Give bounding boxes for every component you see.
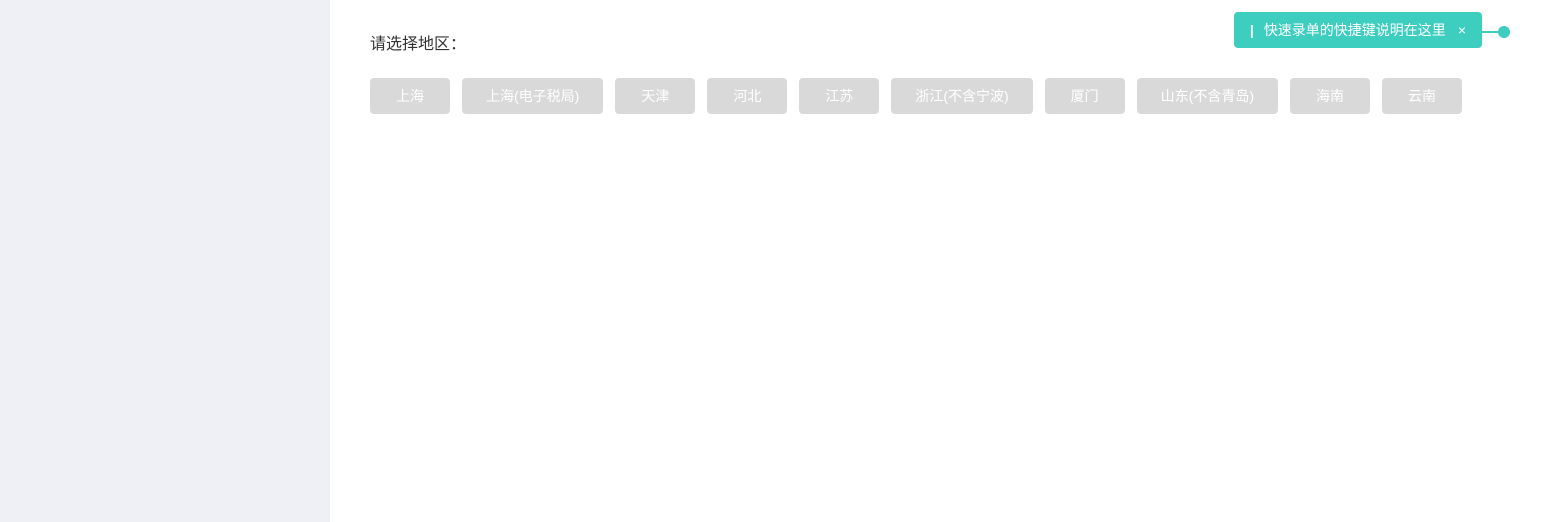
region-button-9[interactable]: 云南 (1382, 78, 1462, 114)
region-button-7[interactable]: 山东(不含青岛) (1137, 78, 1278, 114)
region-button-1[interactable]: 上海(电子税局) (462, 78, 603, 114)
region-button-8[interactable]: 海南 (1290, 78, 1370, 114)
tooltip-close-button[interactable]: × (1458, 22, 1466, 38)
tooltip-dot (1498, 26, 1510, 38)
region-buttons: 上海上海(电子税局) 天津河北江苏浙江(不含宁波) 厦门山东(不含青岛) 海南云南 (370, 78, 1522, 114)
region-button-3[interactable]: 河北 (707, 78, 787, 114)
region-button-4[interactable]: 江苏 (799, 78, 879, 114)
region-button-2[interactable]: 天津 (615, 78, 695, 114)
region-button-5[interactable]: 浙江(不含宁波) (891, 78, 1032, 114)
region-button-0[interactable]: 上海 (370, 78, 450, 114)
left-sidebar (0, 0, 330, 522)
tooltip-popup: 快速录单的快捷键说明在这里 × (1234, 12, 1482, 48)
tooltip-text: 快速录单的快捷键说明在这里 (1264, 20, 1446, 40)
region-button-6[interactable]: 厦门 (1045, 78, 1125, 114)
main-content: 请选择地区： 上海上海(电子税局)天津河北江苏浙江(不含宁波)厦门山东(不含青岛… (330, 0, 1562, 522)
